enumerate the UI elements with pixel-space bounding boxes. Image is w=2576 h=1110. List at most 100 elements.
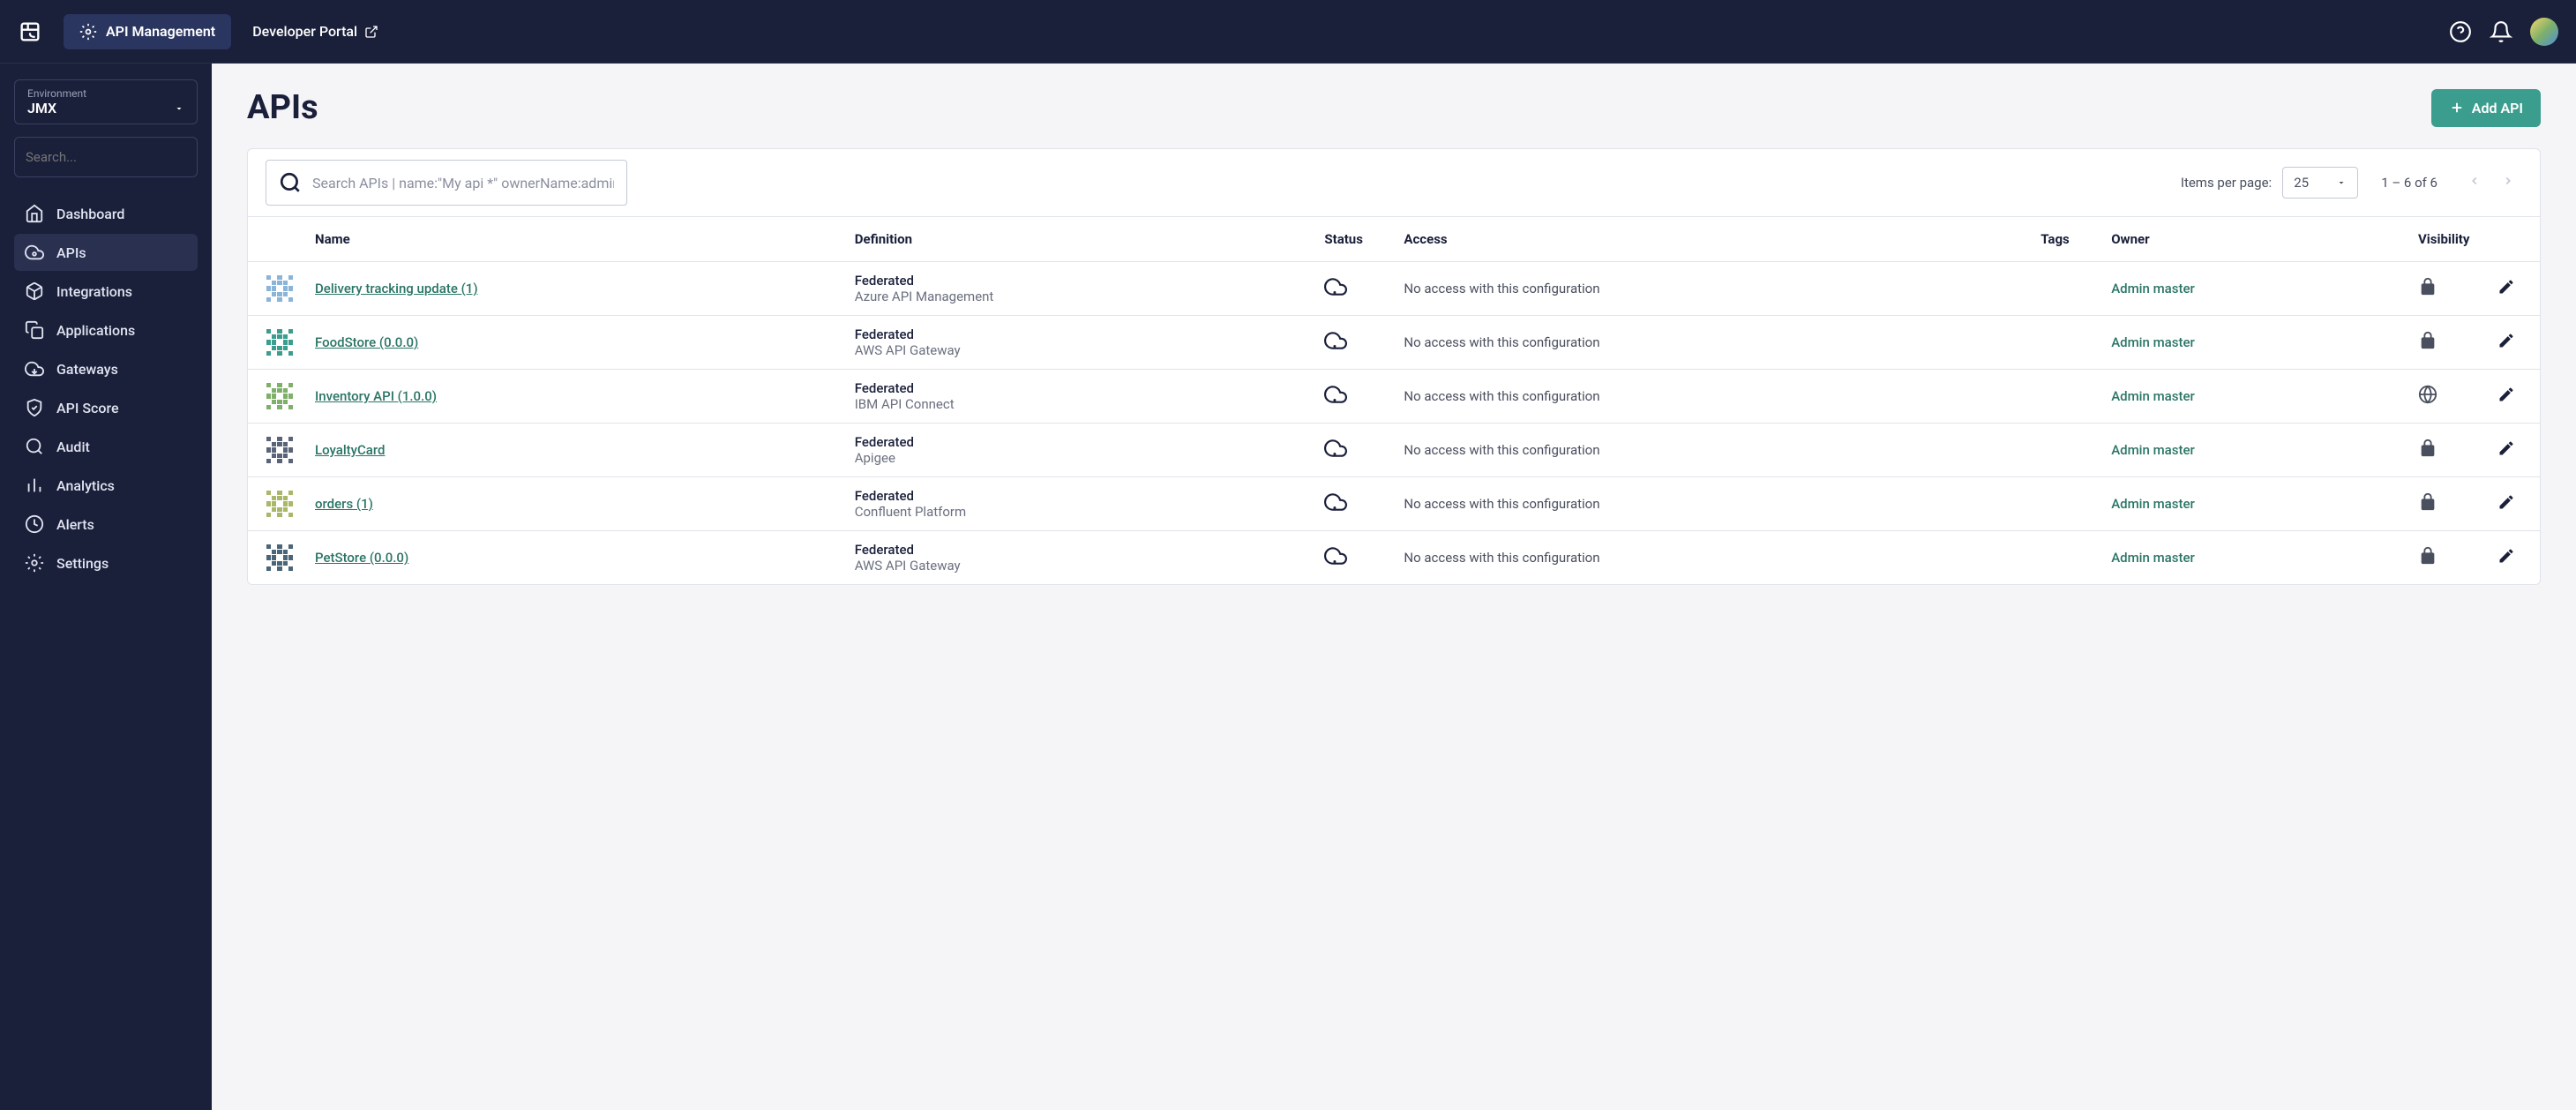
page-title: APIs [247,88,318,127]
table-row: FoodStore (0.0.0)FederatedAWS API Gatewa… [248,316,2540,370]
sidebar-item-label: Applications [56,322,135,339]
pagination-range: 1 – 6 of 6 [2381,175,2437,191]
owner-link[interactable]: Admin master [2111,388,2195,404]
lock-icon [2418,553,2437,569]
access-text: No access with this configuration [1393,477,2030,531]
chevron-left-icon [2468,175,2481,187]
sidebar-item-dashboard[interactable]: Dashboard [14,195,198,232]
api-name-link[interactable]: Delivery tracking update (1) [315,281,478,296]
api-search-input[interactable] [312,175,614,191]
owner-link[interactable]: Admin master [2111,281,2195,296]
visibility-cell [2408,316,2487,370]
globe-icon [2418,392,2437,408]
cloud-status-icon [1324,555,1347,571]
nav-developer-portal[interactable]: Developer Portal [252,23,378,40]
col-name: Name [304,217,844,262]
api-name-link[interactable]: orders (1) [315,496,373,512]
access-text: No access with this configuration [1393,370,2030,424]
edit-button[interactable] [2497,391,2515,407]
sidebar-item-api-score[interactable]: API Score [14,389,198,426]
api-name-link[interactable]: LoyaltyCard [315,442,385,458]
edit-button[interactable] [2497,337,2515,353]
owner-link[interactable]: Admin master [2111,496,2195,512]
owner-link[interactable]: Admin master [2111,334,2195,350]
owner-link[interactable]: Admin master [2111,550,2195,566]
status-cell [1314,477,1393,531]
tags-cell [2030,262,2100,316]
visibility-cell [2408,477,2487,531]
sidebar-item-audit[interactable]: Audit [14,428,198,465]
sidebar-item-settings[interactable]: Settings [14,544,198,581]
sidebar-item-integrations[interactable]: Integrations [14,273,198,310]
copy-icon [25,320,44,340]
sidebar-search-input[interactable] [26,149,201,165]
edit-button[interactable] [2497,499,2515,514]
definition-type: Federated [855,488,1304,504]
sidebar-item-applications[interactable]: Applications [14,311,198,349]
definition-type: Federated [855,273,1304,289]
api-name-link[interactable]: Inventory API (1.0.0) [315,388,437,404]
col-owner: Owner [2100,217,2408,262]
api-name-link[interactable]: FoodStore (0.0.0) [315,334,418,350]
shield-check-icon [25,398,44,417]
nav-api-management[interactable]: API Management [64,14,231,49]
help-icon[interactable] [2449,20,2472,43]
definition-type: Federated [855,326,1304,342]
edit-button[interactable] [2497,283,2515,299]
status-cell [1314,370,1393,424]
status-cell [1314,424,1393,477]
sidebar: Environment JMX Dashboard APIs Integration… [0,64,212,1110]
tags-cell [2030,424,2100,477]
prev-page-button[interactable] [2460,169,2489,197]
sidebar-item-label: Alerts [56,516,94,533]
plus-icon [2449,100,2465,116]
cloud-status-icon [1324,501,1347,517]
cloud-gear-icon [25,243,44,262]
sidebar-item-alerts[interactable]: Alerts [14,506,198,543]
sidebar-item-apis[interactable]: APIs [14,234,198,271]
edit-button[interactable] [2497,552,2515,568]
table-row: Delivery tracking update (1)FederatedAzu… [248,262,2540,316]
search-icon [279,171,302,194]
lock-icon [2418,499,2437,515]
nav-api-management-label: API Management [106,23,215,40]
clock-icon [25,514,44,534]
cube-icon [25,281,44,301]
table-row: LoyaltyCardFederatedApigeeNo access with… [248,424,2540,477]
bell-icon[interactable] [2490,20,2512,43]
avatar[interactable] [2530,18,2558,46]
api-avatar-icon [266,328,294,356]
sidebar-item-analytics[interactable]: Analytics [14,467,198,504]
lock-icon [2418,284,2437,300]
api-avatar-icon [266,382,294,410]
pencil-icon [2497,445,2515,461]
access-text: No access with this configuration [1393,262,2030,316]
api-avatar-icon [266,544,294,572]
topbar: API Management Developer Portal [0,0,2576,64]
sidebar-search[interactable] [14,137,198,177]
access-text: No access with this configuration [1393,531,2030,585]
edit-button[interactable] [2497,445,2515,461]
col-access: Access [1393,217,2030,262]
sidebar-item-gateways[interactable]: Gateways [14,350,198,387]
add-api-button[interactable]: Add API [2431,89,2541,127]
environment-value: JMX [27,100,56,116]
sidebar-item-label: APIs [56,244,86,261]
sidebar-item-label: Analytics [56,477,115,494]
items-per-page-value: 25 [2294,175,2309,191]
environment-selector[interactable]: Environment JMX [14,79,198,124]
lock-icon [2418,338,2437,354]
api-name-link[interactable]: PetStore (0.0.0) [315,550,408,566]
access-text: No access with this configuration [1393,316,2030,370]
items-per-page-select[interactable]: 25 [2282,167,2358,199]
owner-link[interactable]: Admin master [2111,442,2195,458]
definition-type: Federated [855,380,1304,396]
api-search[interactable] [266,160,627,206]
col-definition: Definition [844,217,1314,262]
api-avatar-icon [266,436,294,464]
pencil-icon [2497,337,2515,353]
next-page-button[interactable] [2494,169,2522,197]
lock-icon [2418,446,2437,461]
pencil-icon [2497,283,2515,299]
visibility-cell [2408,424,2487,477]
